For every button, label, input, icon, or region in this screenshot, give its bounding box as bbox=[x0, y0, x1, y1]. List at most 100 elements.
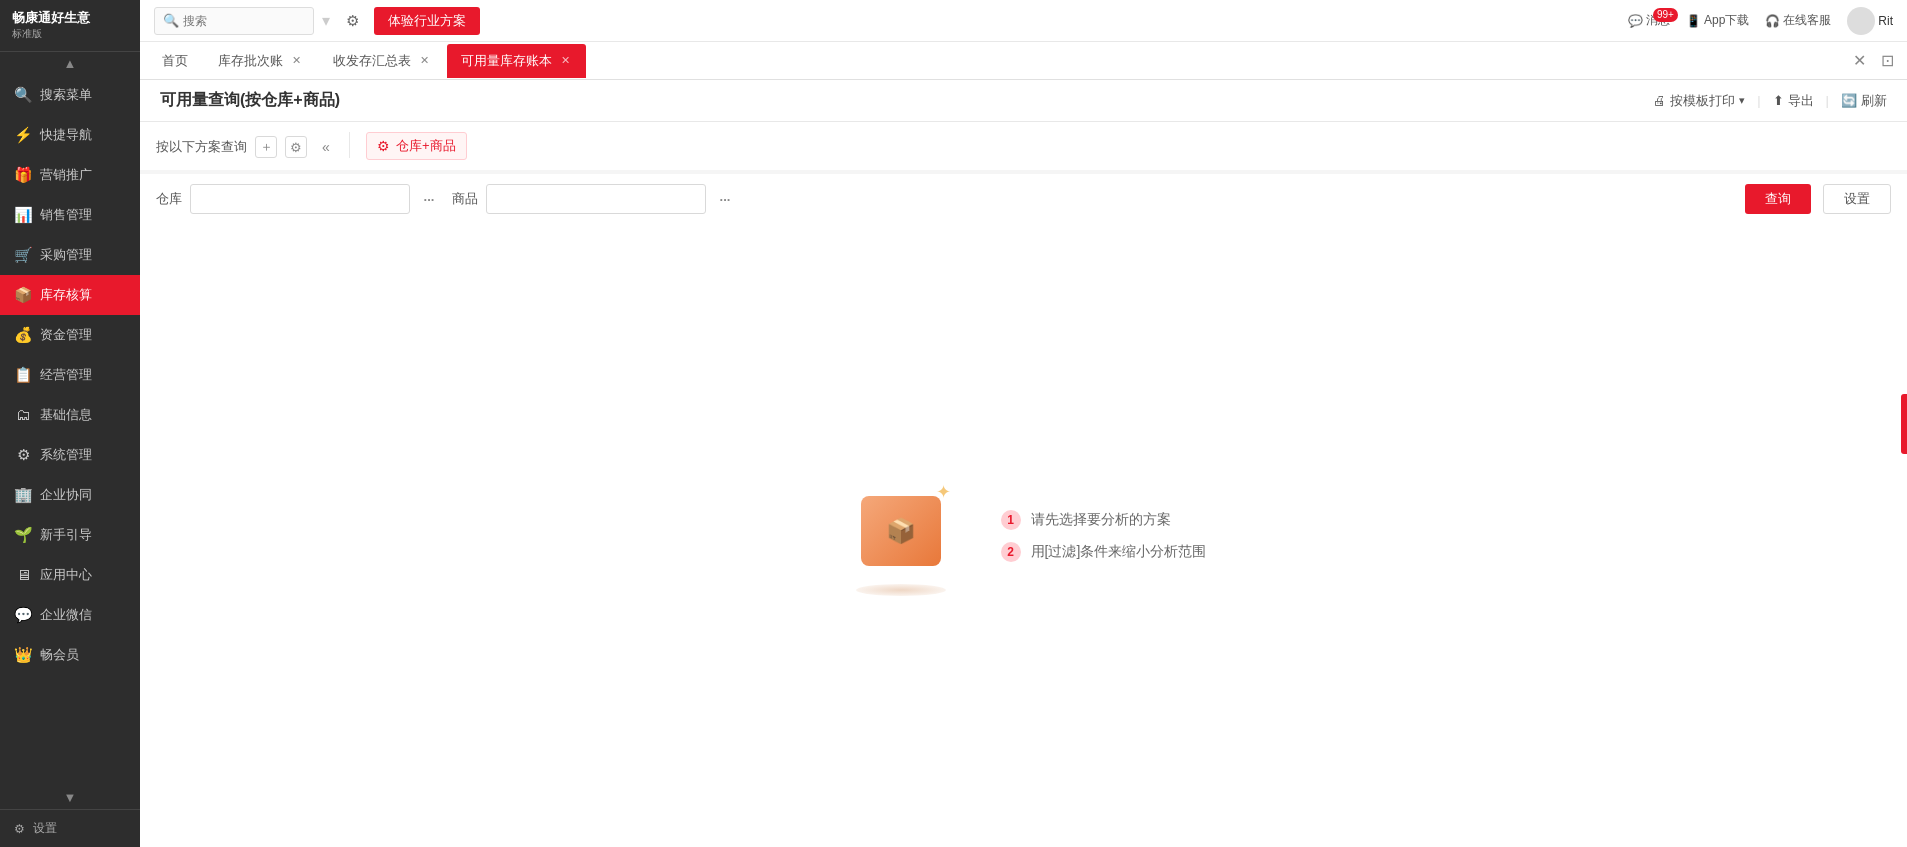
sidebar-item-label: 销售管理 bbox=[40, 206, 92, 224]
phone-icon: 📱 bbox=[1686, 14, 1701, 28]
sidebar-item-marketing-promo[interactable]: 🎁 营销推广 bbox=[0, 155, 140, 195]
empty-hints: 1 请先选择要分析的方案 2 用[过滤]条件来缩小分析范围 bbox=[1001, 510, 1207, 562]
gear-icon[interactable]: ⚙ bbox=[338, 7, 366, 35]
trial-industry-button[interactable]: 体验行业方案 bbox=[374, 7, 480, 35]
settings-icon: ⚙ bbox=[14, 822, 25, 836]
sidebar-item-basic-info[interactable]: 🗂 基础信息 bbox=[0, 395, 140, 435]
topbar: 🔍 ▾ ⚙ 体验行业方案 💬 消息 99+ 📱 App下载 🎧 在线客服 Rit bbox=[140, 0, 1907, 42]
scheme-icon: ⚙ bbox=[377, 138, 390, 154]
avatar bbox=[1847, 7, 1875, 35]
notifications-button[interactable]: 💬 消息 99+ bbox=[1628, 12, 1670, 29]
tab-label-home: 首页 bbox=[162, 52, 188, 70]
sidebar-item-label: 系统管理 bbox=[40, 446, 92, 464]
sidebar-item-enterprise-collab[interactable]: 🏢 企业协同 bbox=[0, 475, 140, 515]
online-service-button[interactable]: 🎧 在线客服 bbox=[1765, 12, 1831, 29]
sidebar-scroll-down[interactable]: ▼ bbox=[0, 786, 140, 809]
search-input[interactable] bbox=[183, 14, 293, 28]
tab-recv-stock-summary[interactable]: 收发存汇总表✕ bbox=[319, 44, 445, 78]
page-title: 可用量查询(按仓库+商品) bbox=[160, 90, 340, 111]
tab-close-recv-stock-summary[interactable]: ✕ bbox=[417, 54, 431, 68]
main-area: 🔍 ▾ ⚙ 体验行业方案 💬 消息 99+ 📱 App下载 🎧 在线客服 Rit bbox=[140, 0, 1907, 847]
hint-num-1: 1 bbox=[1001, 510, 1021, 530]
hint-text-2: 用[过滤]条件来缩小分析范围 bbox=[1031, 543, 1207, 561]
sidebar-logo: 畅康通好生意 标准版 bbox=[0, 0, 140, 52]
sidebar-item-newbie-guide[interactable]: 🌱 新手引导 bbox=[0, 515, 140, 555]
warehouse-input[interactable] bbox=[190, 184, 410, 214]
empty-hint-1: 1 请先选择要分析的方案 bbox=[1001, 510, 1207, 530]
sidebar-item-label: 搜索菜单 bbox=[40, 86, 92, 104]
filter-schemes: ⚙ 仓库+商品 bbox=[350, 132, 467, 160]
sidebar-item-label: 快捷导航 bbox=[40, 126, 92, 144]
sidebar-menu: 🔍 搜索菜单 ⚡ 快捷导航 🎁 营销推广 📊 销售管理 🛒 采购管理 📦 库存核… bbox=[0, 75, 140, 786]
scheme-warehouse-product[interactable]: ⚙ 仓库+商品 bbox=[366, 132, 467, 160]
sidebar-item-label: 资金管理 bbox=[40, 326, 92, 344]
sidebar-scroll-up[interactable]: ▲ bbox=[0, 52, 140, 75]
column-settings-button[interactable]: 设置 bbox=[1823, 184, 1891, 214]
topbar-right: 💬 消息 99+ 📱 App下载 🎧 在线客服 Rit bbox=[1628, 7, 1893, 35]
print-dropdown-icon[interactable]: ▾ bbox=[1739, 94, 1745, 107]
sidebar-item-purchase-mgmt[interactable]: 🛒 采购管理 bbox=[0, 235, 140, 275]
product-field: 商品 ··· bbox=[452, 184, 736, 214]
topbar-search-box[interactable]: 🔍 bbox=[154, 7, 314, 35]
sidebar-item-inventory-calc[interactable]: 📦 库存核算 bbox=[0, 275, 140, 315]
sidebar-item-label: 基础信息 bbox=[40, 406, 92, 424]
user-profile-button[interactable]: Rit bbox=[1847, 7, 1893, 35]
app-download-button[interactable]: 📱 App下载 bbox=[1686, 12, 1749, 29]
tab-available-stock-ledger[interactable]: 可用量库存账本✕ bbox=[447, 44, 586, 78]
basic-info-icon: 🗂 bbox=[14, 406, 32, 423]
empty-illustration: ✦ 📦 bbox=[841, 476, 961, 596]
sidebar-item-label: 库存核算 bbox=[40, 286, 92, 304]
sidebar-item-fund-mgmt[interactable]: 💰 资金管理 bbox=[0, 315, 140, 355]
filter-label-col: 按以下方案查询 ＋ ⚙ « bbox=[156, 132, 350, 158]
export-button[interactable]: ⬆ 导出 bbox=[1773, 92, 1814, 110]
product-more-button[interactable]: ··· bbox=[714, 188, 736, 210]
sidebar-item-biz-mgmt[interactable]: 📋 经营管理 bbox=[0, 355, 140, 395]
dropdown-arrow-icon[interactable]: ▾ bbox=[322, 11, 330, 30]
app-center-icon: 🖥 bbox=[14, 566, 32, 583]
close-window-button[interactable]: ✕ bbox=[1847, 49, 1871, 73]
sidebar-item-sales-mgmt[interactable]: 📊 销售管理 bbox=[0, 195, 140, 235]
sales-mgmt-icon: 📊 bbox=[14, 206, 32, 224]
shortcut-icon: ⚡ bbox=[14, 126, 32, 144]
tab-batch-ledger[interactable]: 库存批次账✕ bbox=[204, 44, 317, 78]
sidebar-item-vip-member[interactable]: 👑 畅会员 bbox=[0, 635, 140, 675]
sidebar-bottom-settings[interactable]: ⚙ 设置 bbox=[0, 809, 140, 847]
tab-home[interactable]: 首页 bbox=[148, 44, 202, 78]
query-button[interactable]: 查询 bbox=[1745, 184, 1811, 214]
hint-num-2: 2 bbox=[1001, 542, 1021, 562]
add-scheme-button[interactable]: ＋ bbox=[255, 136, 277, 158]
scheme-label: 仓库+商品 bbox=[396, 137, 456, 155]
sidebar-item-app-center[interactable]: 🖥 应用中心 bbox=[0, 555, 140, 595]
search-icon: 🔍 bbox=[163, 13, 179, 28]
marketing-promo-icon: 🎁 bbox=[14, 166, 32, 184]
app-name: 畅康通好生意 bbox=[12, 10, 128, 27]
page-header: 可用量查询(按仓库+商品) 🖨 按模板打印 ▾ | ⬆ 导出 | 🔄 刷新 bbox=[140, 80, 1907, 122]
sidebar-item-enterprise-wechat[interactable]: 💬 企业微信 bbox=[0, 595, 140, 635]
tab-close-available-stock-ledger[interactable]: ✕ bbox=[558, 54, 572, 68]
maximize-window-button[interactable]: ⊡ bbox=[1875, 49, 1899, 73]
message-icon: 💬 bbox=[1628, 14, 1643, 28]
warehouse-more-button[interactable]: ··· bbox=[418, 188, 440, 210]
tab-close-batch-ledger[interactable]: ✕ bbox=[289, 54, 303, 68]
collapse-filter-button[interactable]: « bbox=[315, 136, 337, 158]
sidebar-item-label: 企业微信 bbox=[40, 606, 92, 624]
box-face: 📦 bbox=[886, 517, 916, 545]
purchase-mgmt-icon: 🛒 bbox=[14, 246, 32, 264]
hint-text-1: 请先选择要分析的方案 bbox=[1031, 511, 1171, 529]
sidebar-item-shortcut[interactable]: ⚡ 快捷导航 bbox=[0, 115, 140, 155]
print-template-button[interactable]: 🖨 按模板打印 ▾ bbox=[1653, 92, 1745, 110]
sidebar-item-search[interactable]: 🔍 搜索菜单 bbox=[0, 75, 140, 115]
refresh-button[interactable]: 🔄 刷新 bbox=[1841, 92, 1887, 110]
app-edition: 标准版 bbox=[12, 27, 128, 41]
fund-mgmt-icon: 💰 bbox=[14, 326, 32, 344]
product-input[interactable] bbox=[486, 184, 706, 214]
window-controls: ✕ ⊡ bbox=[1847, 49, 1899, 73]
sidebar-item-label: 应用中心 bbox=[40, 566, 92, 584]
tabs-bar: 首页库存批次账✕收发存汇总表✕可用量库存账本✕ ✕ ⊡ bbox=[140, 42, 1907, 80]
scheme-settings-button[interactable]: ⚙ bbox=[285, 136, 307, 158]
sidebar-item-label: 企业协同 bbox=[40, 486, 92, 504]
filter-section: 按以下方案查询 ＋ ⚙ « ⚙ 仓库+商品 bbox=[140, 122, 1907, 170]
notifications-badge: 99+ bbox=[1653, 8, 1678, 22]
sidebar-item-label: 采购管理 bbox=[40, 246, 92, 264]
sidebar-item-system-mgmt[interactable]: ⚙ 系统管理 bbox=[0, 435, 140, 475]
